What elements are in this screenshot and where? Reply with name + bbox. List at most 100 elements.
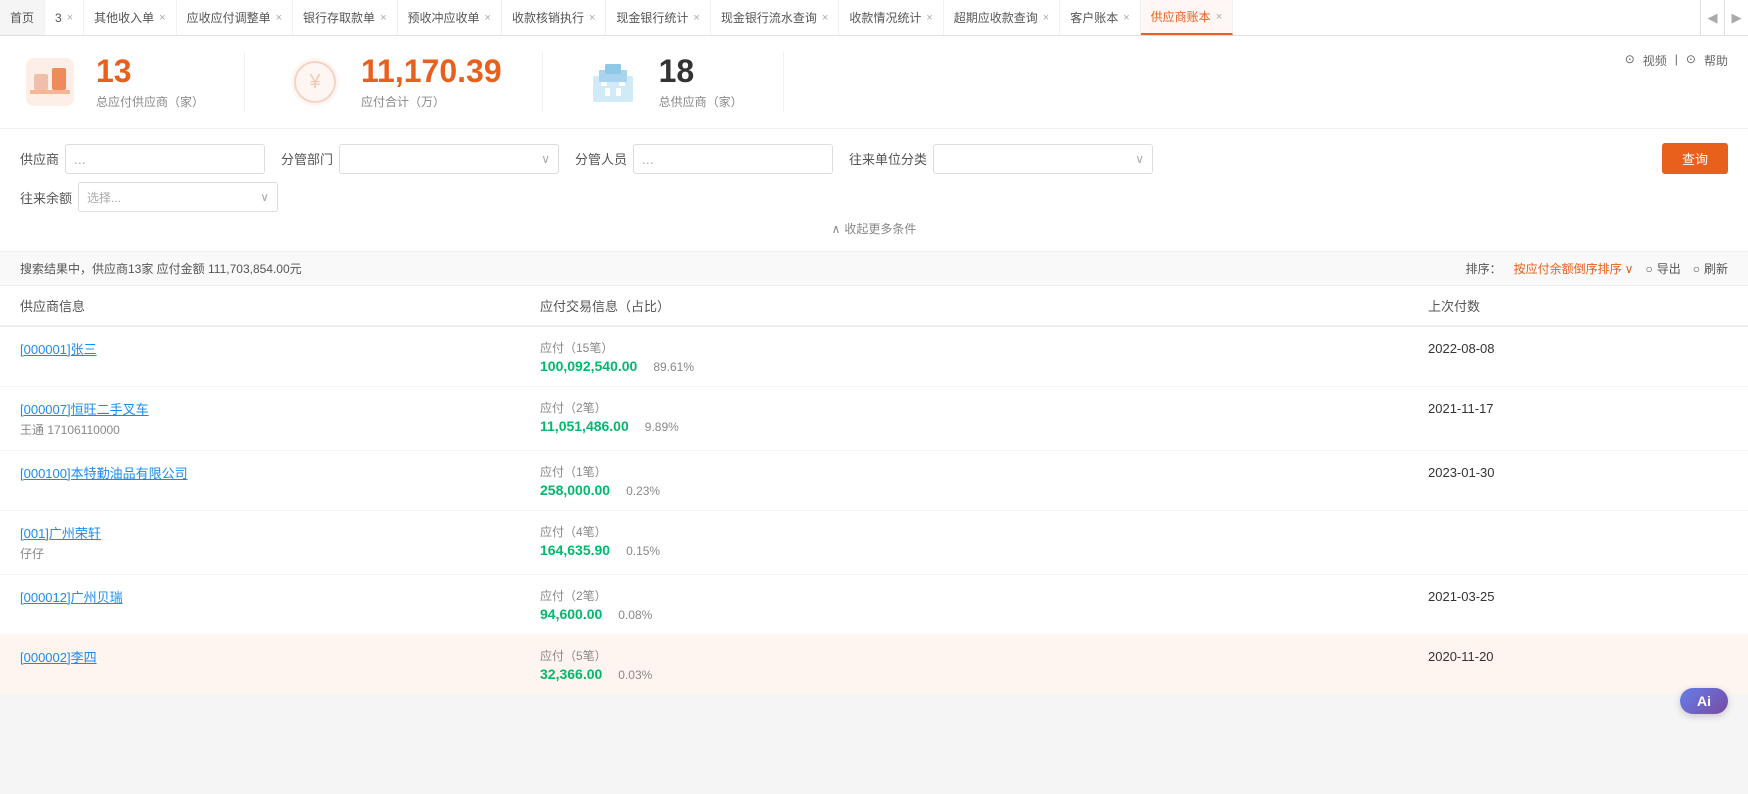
nav-next-arrow[interactable]: ▶ [1724, 0, 1748, 36]
payable-percent: 0.03% [618, 668, 652, 682]
nav-prev-arrow[interactable]: ◀ [1700, 0, 1724, 36]
payable-suppliers-count: 13 [96, 54, 204, 89]
close-icon[interactable]: × [276, 12, 282, 24]
nav-adjust[interactable]: 应收应付调整单 × [177, 0, 293, 35]
nav-overdue[interactable]: 超期应收款查询 × [944, 0, 1060, 35]
help-icon: ⊙ [1686, 52, 1696, 69]
person-filter-label: 分管人员 [575, 149, 627, 168]
payable-info: 164,635.90 0.15% [540, 540, 1428, 558]
unit-category-select[interactable]: ∨ [933, 144, 1153, 174]
close-icon[interactable]: × [1216, 11, 1222, 23]
filter-row-2: 往来余额 选择... ∨ [20, 182, 1728, 212]
payable-label: 应付（4笔） [540, 523, 1428, 540]
payable-amount[interactable]: 32,366.00 [540, 666, 602, 682]
nav-advance-collection[interactable]: 预收冲应收单 × [398, 0, 502, 35]
table-row: [000100]本特勤油品有限公司 应付（1笔） 258,000.00 0.23… [0, 451, 1748, 511]
nav-customer-ledger[interactable]: 客户账本 × [1060, 0, 1140, 35]
payable-suppliers-label: 总应付供应商（家） [96, 93, 204, 110]
payable-amount[interactable]: 100,092,540.00 [540, 358, 637, 374]
sort-select[interactable]: 按应付余额倒序排序 ∨ [1514, 260, 1634, 277]
table-row: [000012]广州贝瑞 应付（2笔） 94,600.00 0.08% 2021… [0, 575, 1748, 635]
top-right-links: ⊙ 视频 | ⊙ 帮助 [1625, 52, 1728, 69]
payable-amount[interactable]: 94,600.00 [540, 606, 602, 622]
top-navigation: 首页 3 × 其他收入单 × 应收应付调整单 × 银行存取款单 × 预收冲应收单… [0, 0, 1748, 36]
nav-arrows: ◀ ▶ [1700, 0, 1748, 36]
close-icon[interactable]: × [1123, 12, 1129, 24]
help-link[interactable]: 帮助 [1704, 52, 1728, 69]
col-payable-header: 应付交易信息（占比） [540, 296, 1428, 315]
balance-select[interactable]: 选择... ∨ [78, 182, 278, 212]
nav-cash-bank-stats-label: 现金银行统计 [616, 9, 688, 26]
payable-suppliers-icon [20, 52, 80, 112]
payable-percent: 0.15% [626, 544, 660, 558]
payable-cell: 应付（2笔） 94,600.00 0.08% [540, 587, 1428, 622]
supplier-name-link[interactable]: [000001]张三 [20, 339, 540, 358]
close-icon[interactable]: × [67, 12, 73, 24]
nav-advance-label: 预收冲应收单 [408, 9, 480, 26]
close-icon[interactable]: × [822, 12, 828, 24]
stats-bar: 13 总应付供应商（家） ¥ 11,170.39 应付合计（万） [0, 36, 1748, 129]
refresh-button[interactable]: ○ 刷新 [1693, 260, 1728, 277]
close-icon[interactable]: × [693, 12, 699, 24]
col-lastpayment-header: 上次付数 [1428, 296, 1728, 315]
collapse-button[interactable]: ∧ 收起更多条件 [832, 220, 917, 237]
refresh-label: 刷新 [1704, 260, 1728, 277]
supplier-name-link[interactable]: [001]广州荣轩 [20, 523, 540, 542]
supplier-name-link[interactable]: [000002]李四 [20, 647, 540, 666]
payable-amount[interactable]: 258,000.00 [540, 482, 610, 498]
nav-item-3[interactable]: 3 × [45, 0, 84, 35]
close-icon[interactable]: × [159, 12, 165, 24]
payable-percent: 0.08% [618, 608, 652, 622]
export-button[interactable]: ○ 导出 [1645, 260, 1680, 277]
nav-adjust-label: 应收应付调整单 [187, 9, 271, 26]
chevron-down-icon-3: ∨ [260, 190, 269, 204]
supplier-cell: [000007]恒旺二手叉车 王通 17106110000 [20, 399, 540, 438]
last-payment-cell: 2020-11-20 [1428, 647, 1728, 664]
filter-dept: 分管部门 ∨ [281, 144, 559, 174]
nav-collection-stats[interactable]: 收款情况统计 × [839, 0, 943, 35]
close-icon[interactable]: × [485, 12, 491, 24]
video-link[interactable]: 视频 [1643, 52, 1667, 69]
filter-area: 供应商 ... 分管部门 ∨ 分管人员 ... 往来单位分类 ∨ [0, 129, 1748, 252]
nav-customer-ledger-label: 客户账本 [1070, 9, 1118, 26]
last-payment-cell: 2023-01-30 [1428, 463, 1728, 480]
close-icon[interactable]: × [1043, 12, 1049, 24]
close-icon[interactable]: × [589, 12, 595, 24]
nav-cash-bank-stats[interactable]: 现金银行统计 × [606, 0, 710, 35]
stat-total-suppliers: 18 总供应商（家） [543, 52, 784, 112]
nav-home[interactable]: 首页 [0, 0, 45, 35]
supplier-filter-label: 供应商 [20, 149, 59, 168]
sort-label: 排序： [1466, 260, 1502, 277]
table-header: 供应商信息 应付交易信息（占比） 上次付数 [0, 286, 1748, 327]
nav-bank-deposit[interactable]: 银行存取款单 × [293, 0, 397, 35]
last-payment-cell [1428, 523, 1728, 525]
close-icon[interactable]: × [926, 12, 932, 24]
person-dots: ... [642, 151, 654, 167]
payable-info: 94,600.00 0.08% [540, 604, 1428, 622]
nav-other-income[interactable]: 其他收入单 × [84, 0, 176, 35]
supplier-name-link[interactable]: [000012]广州贝瑞 [20, 587, 540, 606]
close-icon[interactable]: × [380, 12, 386, 24]
dept-filter-label: 分管部门 [281, 149, 333, 168]
supplier-cell: [000012]广州贝瑞 [20, 587, 540, 609]
supplier-sub: 王通 17106110000 [20, 421, 540, 438]
nav-collection-verify[interactable]: 收款核销执行 × [502, 0, 606, 35]
supplier-select[interactable]: ... [65, 144, 265, 174]
ai-badge[interactable]: Ai [1680, 688, 1728, 714]
supplier-name-link[interactable]: [000007]恒旺二手叉车 [20, 399, 540, 418]
payable-info: 258,000.00 0.23% [540, 480, 1428, 498]
search-button[interactable]: 查询 [1662, 143, 1728, 174]
nav-bank-deposit-label: 银行存取款单 [303, 9, 375, 26]
svg-text:¥: ¥ [308, 71, 321, 93]
stat-total-suppliers-info: 18 总供应商（家） [659, 54, 743, 110]
nav-supplier-ledger[interactable]: 供应商账本 × [1141, 0, 1233, 35]
total-suppliers-icon [583, 52, 643, 112]
dept-select[interactable]: ∨ [339, 144, 559, 174]
nav-cash-flow[interactable]: 现金银行流水查询 × [711, 0, 839, 35]
payable-amount[interactable]: 164,635.90 [540, 542, 610, 558]
supplier-sub: 仔仔 [20, 545, 540, 562]
export-label: 导出 [1657, 260, 1681, 277]
person-select[interactable]: ... [633, 144, 833, 174]
payable-amount[interactable]: 11,051,486.00 [540, 418, 629, 434]
supplier-name-link[interactable]: [000100]本特勤油品有限公司 [20, 463, 540, 482]
